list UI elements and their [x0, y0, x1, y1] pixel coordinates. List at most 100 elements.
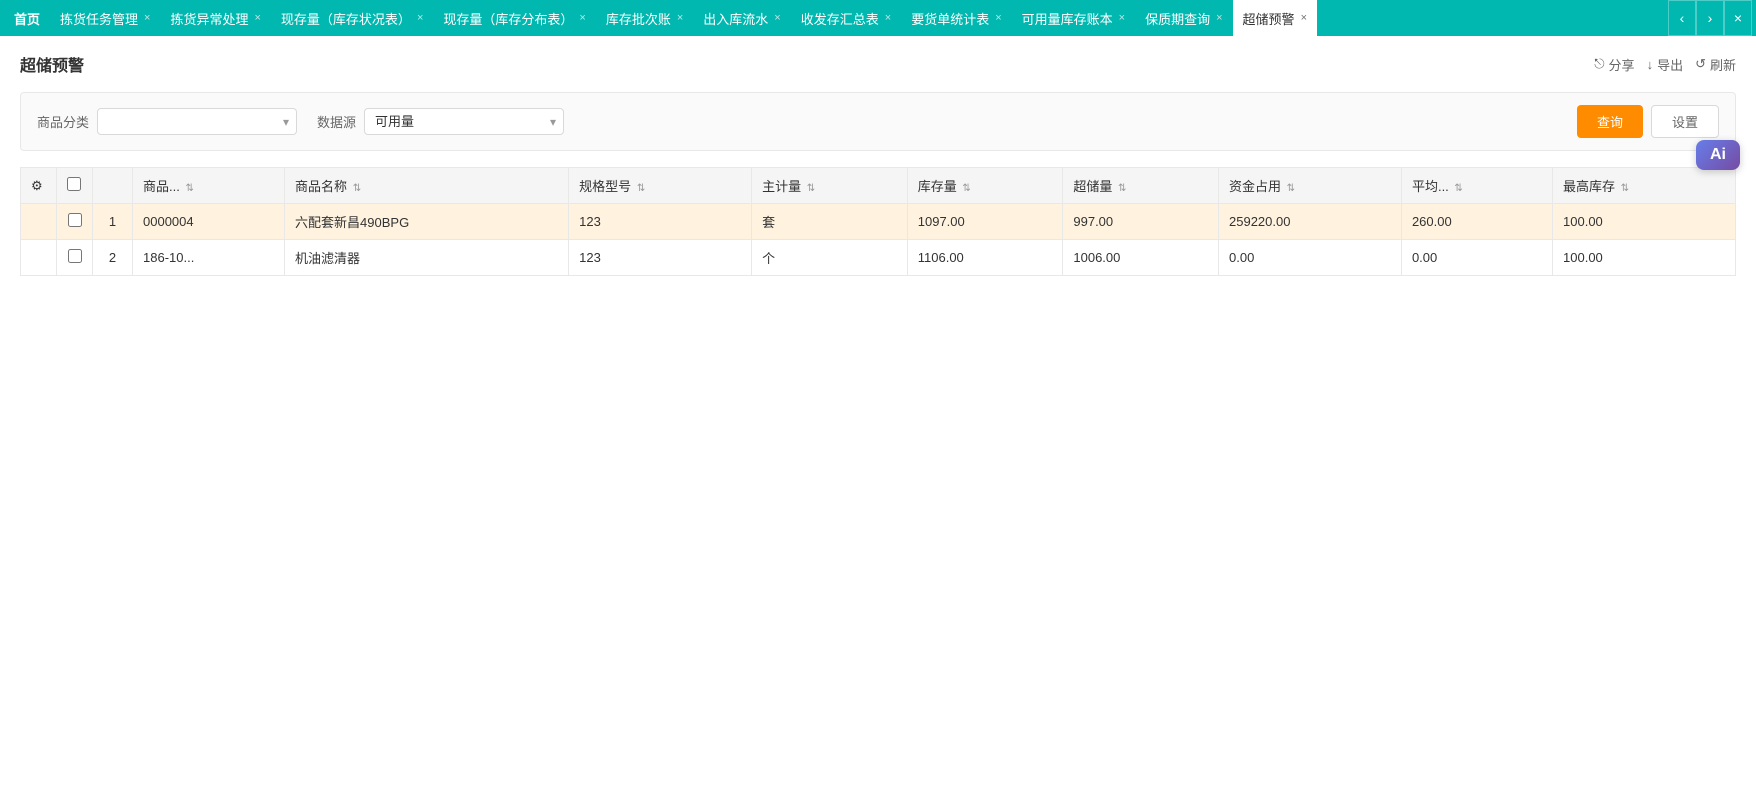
cell-unit: 个 — [752, 240, 908, 276]
cell-spec: 123 — [569, 240, 752, 276]
cell-settings — [21, 240, 57, 276]
page-title: 超储预警 — [20, 52, 84, 76]
cell-product-code: 186-10... — [133, 240, 285, 276]
th-product-code[interactable]: 商品... ⇅ — [133, 168, 285, 204]
cell-spec: 123 — [569, 204, 752, 240]
row-checkbox[interactable] — [68, 249, 82, 263]
nav-tab-home[interactable]: 首页 — [4, 0, 50, 36]
query-button[interactable]: 查询 — [1577, 105, 1643, 138]
close-tab-quality[interactable]: × — [1216, 12, 1222, 24]
page-header: 超储预警 ⎋ 分享 ↓ 导出 ↺ 刷新 — [20, 52, 1736, 76]
sort-icon-max-stock: ⇅ — [1621, 183, 1629, 194]
export-icon: ↓ — [1647, 57, 1654, 72]
select-all-checkbox[interactable] — [67, 177, 81, 191]
nav-tab-inventory-dist[interactable]: 现存量（库存分布表） × — [433, 0, 595, 36]
close-tab-usable-ledger[interactable]: × — [1119, 12, 1125, 24]
close-tab-task[interactable]: × — [144, 12, 150, 24]
nav-arrow-left[interactable]: ‹ — [1668, 0, 1696, 36]
nav-arrow-close[interactable]: × — [1724, 0, 1752, 36]
th-settings[interactable]: ⚙ — [21, 168, 57, 204]
th-stock[interactable]: 库存量 ⇅ — [907, 168, 1063, 204]
nav-tab-inventory-status[interactable]: 现存量（库存状况表） × — [271, 0, 433, 36]
close-tab-collect[interactable]: × — [885, 12, 891, 24]
close-tab-inout[interactable]: × — [774, 12, 780, 24]
row-checkbox[interactable] — [68, 213, 82, 227]
table-row: 1 0000004 六配套新昌490BPG 123 套 1097.00 997.… — [21, 204, 1736, 240]
export-button[interactable]: ↓ 导出 — [1647, 55, 1684, 74]
filter-category: 商品分类 — [37, 108, 297, 135]
nav-tab-batch[interactable]: 库存批次账 × — [596, 0, 693, 36]
cell-unit: 套 — [752, 204, 908, 240]
th-overstock[interactable]: 超储量 ⇅ — [1063, 168, 1219, 204]
sort-icon-spec: ⇅ — [637, 183, 645, 194]
table-row: 2 186-10... 机油滤清器 123 个 1106.00 1006.00 … — [21, 240, 1736, 276]
close-tab-overstock[interactable]: × — [1301, 12, 1307, 24]
nav-tab-abnormal[interactable]: 拣货异常处理 × — [160, 0, 270, 36]
datasource-label: 数据源 — [317, 112, 356, 131]
cell-rownum: 2 — [93, 240, 133, 276]
settings-button[interactable]: 设置 — [1651, 105, 1719, 138]
nav-tab-inout[interactable]: 出入库流水 × — [693, 0, 790, 36]
filter-bar: 商品分类 数据源 可用量 查询 设置 — [20, 92, 1736, 151]
cell-product-code: 0000004 — [133, 204, 285, 240]
ai-badge[interactable]: Ai — [1696, 140, 1740, 170]
nav-tab-overstock[interactable]: 超储预警 × — [1233, 0, 1317, 36]
refresh-button[interactable]: ↺ 刷新 — [1695, 55, 1736, 74]
cell-checkbox — [57, 204, 93, 240]
th-product-name[interactable]: 商品名称 ⇅ — [285, 168, 569, 204]
cell-rownum: 1 — [93, 204, 133, 240]
sort-icon-product-code: ⇅ — [185, 183, 193, 194]
sort-icon-unit: ⇅ — [807, 183, 815, 194]
share-button[interactable]: ⎋ 分享 — [1594, 55, 1634, 74]
nav-tab-collect[interactable]: 收发存汇总表 × — [791, 0, 901, 36]
close-tab-inventory-dist[interactable]: × — [579, 12, 585, 24]
cell-avg: 0.00 — [1401, 240, 1552, 276]
cell-stock: 1097.00 — [907, 204, 1063, 240]
table-header-row: ⚙ 商品... ⇅ 商品名称 ⇅ 规格型号 ⇅ — [21, 168, 1736, 204]
page-content: 超储预警 ⎋ 分享 ↓ 导出 ↺ 刷新 商品分类 — [0, 36, 1756, 800]
top-navigation: 首页 拣货任务管理 × 拣货异常处理 × 现存量（库存状况表） × 现存量（库存… — [0, 0, 1756, 36]
filter-actions: 查询 设置 — [1577, 105, 1719, 138]
datasource-select[interactable]: 可用量 — [364, 108, 564, 135]
filter-datasource: 数据源 可用量 — [317, 108, 564, 135]
share-icon: ⎋ — [1594, 56, 1604, 72]
sort-icon-capital: ⇅ — [1287, 183, 1295, 194]
th-max-stock[interactable]: 最高库存 ⇅ — [1553, 168, 1736, 204]
cell-max-stock: 100.00 — [1553, 240, 1736, 276]
cell-product-name: 机油滤清器 — [285, 240, 569, 276]
datasource-select-wrapper: 可用量 — [364, 108, 564, 135]
cell-avg: 260.00 — [1401, 204, 1552, 240]
cell-overstock: 997.00 — [1063, 204, 1219, 240]
nav-tab-task[interactable]: 拣货任务管理 × — [50, 0, 160, 36]
cell-stock: 1106.00 — [907, 240, 1063, 276]
category-label: 商品分类 — [37, 112, 89, 131]
settings-icon: ⚙ — [31, 178, 43, 193]
sort-icon-overstock: ⇅ — [1118, 183, 1126, 194]
table-header: ⚙ 商品... ⇅ 商品名称 ⇅ 规格型号 ⇅ — [21, 168, 1736, 204]
category-select[interactable] — [97, 108, 297, 135]
th-avg[interactable]: 平均... ⇅ — [1401, 168, 1552, 204]
th-capital[interactable]: 资金占用 ⇅ — [1219, 168, 1402, 204]
sort-icon-avg: ⇅ — [1454, 183, 1462, 194]
close-tab-abnormal[interactable]: × — [254, 12, 260, 24]
category-select-wrapper — [97, 108, 297, 135]
close-tab-batch[interactable]: × — [677, 12, 683, 24]
th-rownum — [93, 168, 133, 204]
nav-tab-usable-ledger[interactable]: 可用量库存账本 × — [1012, 0, 1135, 36]
th-spec[interactable]: 规格型号 ⇅ — [569, 168, 752, 204]
cell-settings — [21, 204, 57, 240]
th-unit[interactable]: 主计量 ⇅ — [752, 168, 908, 204]
nav-tab-quality[interactable]: 保质期查询 × — [1135, 0, 1232, 36]
cell-checkbox — [57, 240, 93, 276]
close-tab-order-stats[interactable]: × — [995, 12, 1001, 24]
sort-icon-product-name: ⇅ — [353, 183, 361, 194]
nav-arrows: ‹ › × — [1668, 0, 1752, 36]
cell-product-name: 六配套新昌490BPG — [285, 204, 569, 240]
cell-capital: 259220.00 — [1219, 204, 1402, 240]
cell-overstock: 1006.00 — [1063, 240, 1219, 276]
nav-arrow-right[interactable]: › — [1696, 0, 1724, 36]
close-tab-inventory-status[interactable]: × — [417, 12, 423, 24]
sort-icon-stock: ⇅ — [962, 183, 970, 194]
header-actions: ⎋ 分享 ↓ 导出 ↺ 刷新 — [1594, 55, 1736, 74]
nav-tab-order-stats[interactable]: 要货单统计表 × — [901, 0, 1011, 36]
